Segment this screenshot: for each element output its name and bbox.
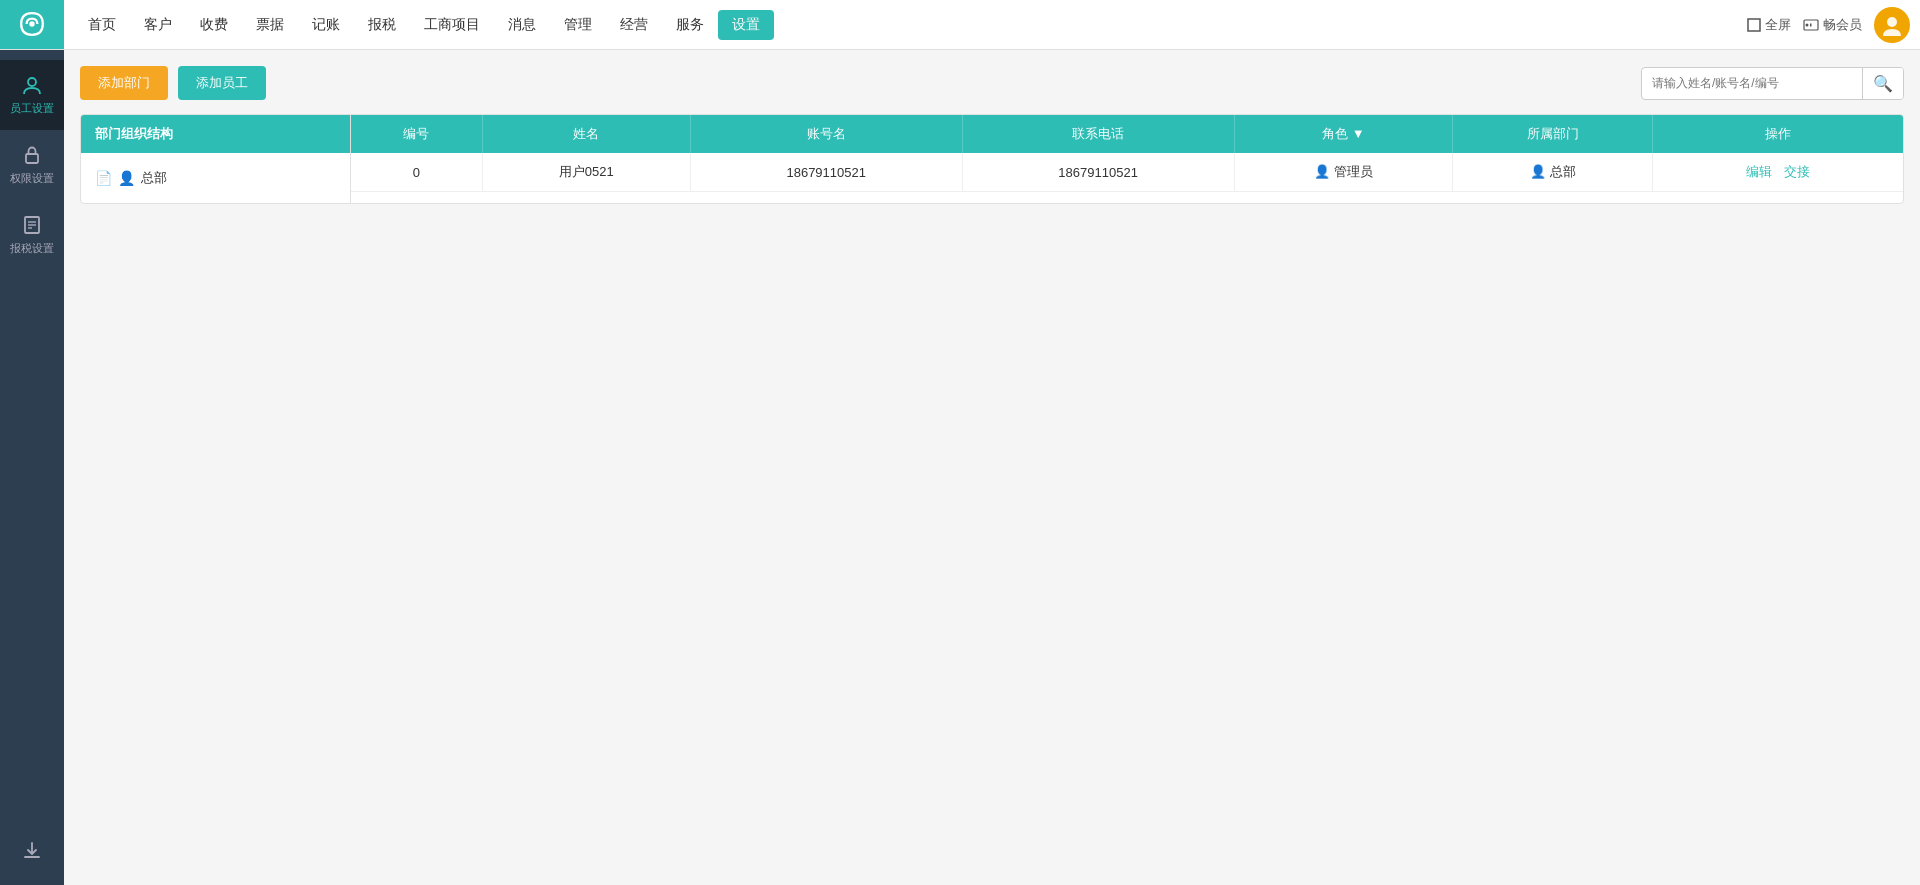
- nav-item-消息[interactable]: 消息: [494, 10, 550, 40]
- nav-item-管理[interactable]: 管理: [550, 10, 606, 40]
- dept-tree-header: 部门组织结构: [81, 115, 350, 153]
- download-icon: [21, 839, 43, 861]
- search-box: 🔍: [1641, 67, 1904, 100]
- dept-tree: 部门组织结构 📄 👤 总部: [81, 115, 351, 203]
- nav-item-报税[interactable]: 报税: [354, 10, 410, 40]
- table-row: 0用户05211867911052118679110521👤管理员👤总部编辑 交…: [351, 153, 1903, 192]
- top-nav-right: 全屏 畅会员: [1747, 7, 1910, 43]
- sidebar-item-employee[interactable]: 员工设置: [0, 60, 64, 130]
- action-编辑[interactable]: 编辑: [1746, 164, 1772, 179]
- dept-tree-item[interactable]: 📄 👤 总部: [95, 163, 336, 193]
- logo: [0, 0, 64, 50]
- dept-user-icon: 👤: [118, 170, 135, 186]
- dept-tree-body: 📄 👤 总部: [81, 153, 350, 203]
- col-dept: 所属部门: [1453, 115, 1653, 153]
- nav-item-客户[interactable]: 客户: [130, 10, 186, 40]
- nav-item-设置[interactable]: 设置: [718, 10, 774, 40]
- svg-rect-7: [26, 154, 38, 163]
- toolbar: 添加部门 添加员工 🔍: [80, 66, 1904, 100]
- col-id: 编号: [351, 115, 482, 153]
- dept-name: 总部: [141, 169, 167, 187]
- dept-user-icon: 👤: [1530, 164, 1546, 179]
- top-navigation: 首页客户收费票据记账报税工商项目消息管理经营服务设置: [64, 10, 1747, 40]
- emp-table-wrap: 编号 姓名 账号名 联系电话 角色 ▼ 所属部门 操作 0用户052118679…: [351, 115, 1903, 203]
- col-action: 操作: [1653, 115, 1903, 153]
- avatar-icon: [1879, 12, 1905, 38]
- sidebar-item-tax-label: 报税设置: [10, 241, 54, 256]
- svg-point-3: [1806, 23, 1809, 26]
- col-phone: 联系电话: [962, 115, 1234, 153]
- action-交接[interactable]: 交接: [1784, 164, 1810, 179]
- nav-item-首页[interactable]: 首页: [74, 10, 130, 40]
- cell-phone: 18679110521: [962, 153, 1234, 192]
- sidebar-download-item[interactable]: [17, 825, 47, 875]
- add-emp-button[interactable]: 添加员工: [178, 66, 266, 100]
- nav-item-票据[interactable]: 票据: [242, 10, 298, 40]
- svg-point-6: [28, 78, 36, 86]
- logo-icon: [14, 6, 50, 42]
- col-name: 姓名: [482, 115, 690, 153]
- sidebar-item-tax[interactable]: 报税设置: [0, 200, 64, 270]
- svg-point-5: [1887, 17, 1897, 27]
- sidebar: 员工设置 权限设置: [0, 50, 64, 885]
- search-button[interactable]: 🔍: [1862, 68, 1903, 99]
- nav-item-收费[interactable]: 收费: [186, 10, 242, 40]
- sidebar-item-employee-label: 员工设置: [10, 101, 54, 116]
- vip-icon: [1803, 18, 1819, 32]
- main-content: 添加部门 添加员工 🔍 部门组织结构 📄 👤 总部: [64, 50, 1920, 885]
- svg-point-0: [29, 21, 34, 26]
- file-icon: 📄: [95, 170, 112, 186]
- nav-item-记账[interactable]: 记账: [298, 10, 354, 40]
- svg-rect-4: [1810, 23, 1812, 26]
- table-header-row: 编号 姓名 账号名 联系电话 角色 ▼ 所属部门 操作: [351, 115, 1903, 153]
- cell-dept: 👤总部: [1453, 153, 1653, 192]
- cell-account: 18679110521: [690, 153, 962, 192]
- cell-role: 👤管理员: [1234, 153, 1453, 192]
- nav-item-服务[interactable]: 服务: [662, 10, 718, 40]
- person-icon: [21, 74, 43, 96]
- vip-button[interactable]: 畅会员: [1803, 16, 1862, 34]
- employee-table: 编号 姓名 账号名 联系电话 角色 ▼ 所属部门 操作 0用户052118679…: [351, 115, 1903, 192]
- emp-table-body: 0用户05211867911052118679110521👤管理员👤总部编辑 交…: [351, 153, 1903, 192]
- cell-id: 0: [351, 153, 482, 192]
- fullscreen-label: 全屏: [1765, 16, 1791, 34]
- col-account: 账号名: [690, 115, 962, 153]
- nav-item-工商项目[interactable]: 工商项目: [410, 10, 494, 40]
- vip-label: 畅会员: [1823, 16, 1862, 34]
- table-container: 部门组织结构 📄 👤 总部 编号: [80, 114, 1904, 204]
- svg-rect-1: [1748, 19, 1760, 31]
- nav-item-经营[interactable]: 经营: [606, 10, 662, 40]
- report-icon: [21, 214, 43, 236]
- lock-icon: [21, 144, 43, 166]
- add-dept-button[interactable]: 添加部门: [80, 66, 168, 100]
- sidebar-item-permissions-label: 权限设置: [10, 171, 54, 186]
- cell-actions: 编辑 交接: [1653, 153, 1903, 192]
- avatar[interactable]: [1874, 7, 1910, 43]
- sidebar-item-permissions[interactable]: 权限设置: [0, 130, 64, 200]
- cell-name: 用户0521: [482, 153, 690, 192]
- col-role[interactable]: 角色 ▼: [1234, 115, 1453, 153]
- fullscreen-button[interactable]: 全屏: [1747, 16, 1791, 34]
- role-user-icon: 👤: [1314, 164, 1330, 179]
- search-input[interactable]: [1642, 70, 1862, 96]
- fullscreen-icon: [1747, 18, 1761, 32]
